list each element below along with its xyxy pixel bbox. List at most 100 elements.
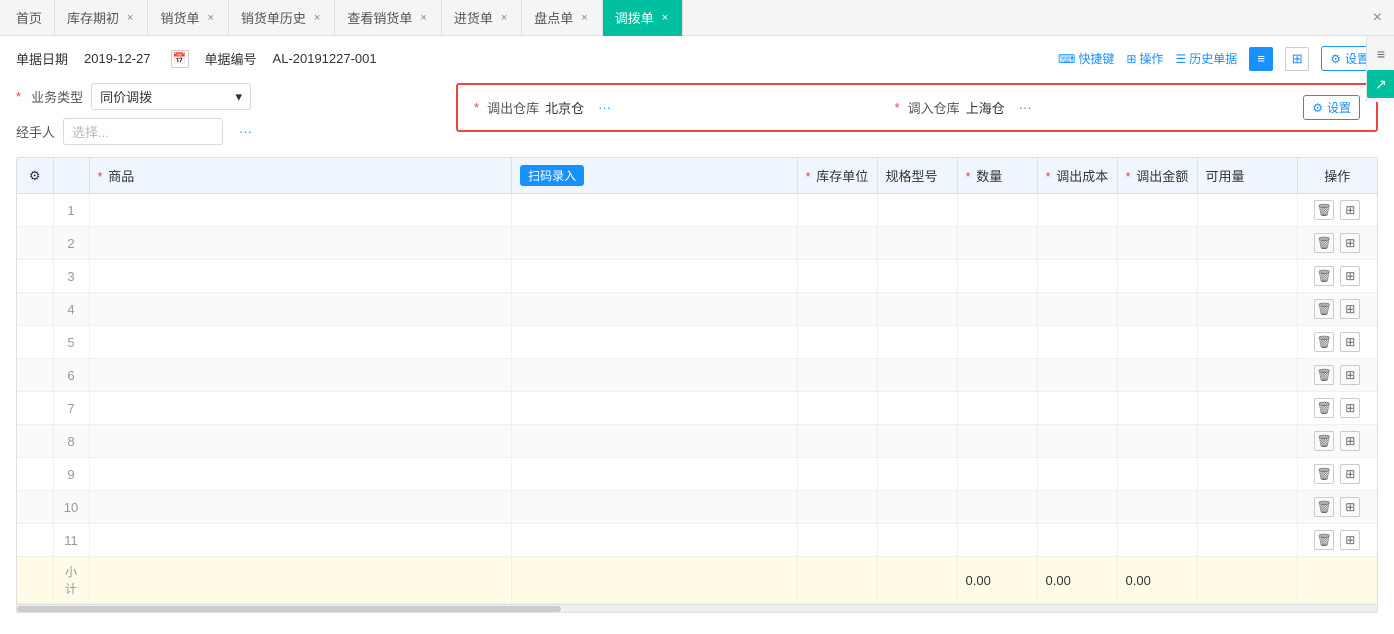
- row-goods-cell[interactable]: [89, 425, 512, 458]
- row-qty-cell[interactable]: [957, 326, 1037, 359]
- horizontal-scrollbar[interactable]: [17, 604, 1377, 612]
- row-amount-cell[interactable]: [1117, 194, 1197, 227]
- row-copy-button[interactable]: ⊞: [1340, 299, 1360, 319]
- row-amount-cell[interactable]: [1117, 491, 1197, 524]
- tab-view-sales-close[interactable]: ×: [418, 12, 428, 24]
- row-copy-button[interactable]: ⊞: [1340, 200, 1360, 220]
- row11-spec-cell[interactable]: [877, 524, 957, 557]
- row-copy-button[interactable]: ⊞: [1340, 398, 1360, 418]
- tab-home[interactable]: 首页: [4, 0, 55, 36]
- row-amount-cell[interactable]: [1117, 227, 1197, 260]
- tab-transfer-close[interactable]: ×: [660, 12, 670, 24]
- row-unit-cell[interactable]: [797, 293, 877, 326]
- tab-inventory-check[interactable]: 盘点单 ×: [522, 0, 602, 36]
- row-goods-cell[interactable]: [89, 194, 512, 227]
- row-cost-cell[interactable]: [1037, 194, 1117, 227]
- row-cost-cell[interactable]: [1037, 293, 1117, 326]
- row-copy-button[interactable]: ⊞: [1340, 365, 1360, 385]
- row-delete-button[interactable]: 🗑: [1314, 266, 1334, 286]
- tab-inventory-init[interactable]: 库存期初 ×: [55, 0, 148, 36]
- handler-select[interactable]: 选择...: [63, 118, 223, 145]
- row-qty-cell[interactable]: [957, 392, 1037, 425]
- row-goods-cell[interactable]: [89, 293, 512, 326]
- tab-inventory-init-close[interactable]: ×: [125, 12, 135, 24]
- row-qty-cell[interactable]: [957, 194, 1037, 227]
- row-unit-cell[interactable]: [797, 458, 877, 491]
- th-settings[interactable]: ⚙: [17, 158, 53, 194]
- row-delete-button[interactable]: 🗑: [1314, 365, 1334, 385]
- row-spec-cell[interactable]: [877, 326, 957, 359]
- row-spec-cell[interactable]: [877, 491, 957, 524]
- grid-view-button[interactable]: ⊞: [1285, 47, 1309, 71]
- handler-more-button[interactable]: ···: [239, 124, 252, 139]
- row-unit-cell[interactable]: [797, 491, 877, 524]
- row-spec-cell[interactable]: [877, 293, 957, 326]
- row11-cost-cell[interactable]: [1037, 524, 1117, 557]
- row-spec-cell[interactable]: [877, 194, 957, 227]
- tab-inventory-check-close[interactable]: ×: [579, 12, 589, 24]
- row-qty-cell[interactable]: [957, 359, 1037, 392]
- window-close-button[interactable]: ×: [1373, 9, 1390, 27]
- history-button[interactable]: ☰ 历史单据: [1175, 50, 1237, 67]
- row-amount-cell[interactable]: [1117, 293, 1197, 326]
- tab-sales-history[interactable]: 销货单历史 ×: [229, 0, 335, 36]
- row-cost-cell[interactable]: [1037, 392, 1117, 425]
- row-copy-button[interactable]: ⊞: [1340, 233, 1360, 253]
- row11-copy-button[interactable]: ⊞: [1340, 530, 1360, 550]
- sidebar-list-button[interactable]: ≡: [1367, 40, 1394, 68]
- row-cost-cell[interactable]: [1037, 359, 1117, 392]
- row-spec-cell[interactable]: [877, 425, 957, 458]
- row-amount-cell[interactable]: [1117, 458, 1197, 491]
- row-unit-cell[interactable]: [797, 326, 877, 359]
- tab-purchase-close[interactable]: ×: [499, 12, 509, 24]
- row-qty-cell[interactable]: [957, 260, 1037, 293]
- list-view-button[interactable]: ≡: [1249, 47, 1273, 71]
- row-spec-cell[interactable]: [877, 359, 957, 392]
- row-spec-cell[interactable]: [877, 458, 957, 491]
- row-copy-button[interactable]: ⊞: [1340, 497, 1360, 517]
- row-cost-cell[interactable]: [1037, 458, 1117, 491]
- row-copy-button[interactable]: ⊞: [1340, 464, 1360, 484]
- row11-qty-cell[interactable]: [957, 524, 1037, 557]
- row-cost-cell[interactable]: [1037, 260, 1117, 293]
- row-delete-button[interactable]: 🗑: [1314, 299, 1334, 319]
- row-goods-cell[interactable]: [89, 458, 512, 491]
- row-cost-cell[interactable]: [1037, 491, 1117, 524]
- row-qty-cell[interactable]: [957, 491, 1037, 524]
- row-delete-button[interactable]: 🗑: [1314, 431, 1334, 451]
- row-unit-cell[interactable]: [797, 260, 877, 293]
- row11-unit-cell[interactable]: [797, 524, 877, 557]
- row-delete-button[interactable]: 🗑: [1314, 200, 1334, 220]
- tab-view-sales[interactable]: 查看销货单 ×: [335, 0, 441, 36]
- row-goods-cell[interactable]: [89, 227, 512, 260]
- row-amount-cell[interactable]: [1117, 392, 1197, 425]
- row-unit-cell[interactable]: [797, 425, 877, 458]
- row-spec-cell[interactable]: [877, 392, 957, 425]
- row-unit-cell[interactable]: [797, 392, 877, 425]
- row-unit-cell[interactable]: [797, 194, 877, 227]
- row-unit-cell[interactable]: [797, 359, 877, 392]
- tab-sales-order-close[interactable]: ×: [205, 12, 215, 24]
- row-delete-button[interactable]: 🗑: [1314, 497, 1334, 517]
- transfer-in-more-button[interactable]: ···: [1019, 100, 1032, 115]
- row-qty-cell[interactable]: [957, 293, 1037, 326]
- row11-goods-cell[interactable]: [89, 524, 512, 557]
- row-copy-button[interactable]: ⊞: [1340, 332, 1360, 352]
- row-cost-cell[interactable]: [1037, 326, 1117, 359]
- row-goods-cell[interactable]: [89, 260, 512, 293]
- row-copy-button[interactable]: ⊞: [1340, 266, 1360, 286]
- row-goods-cell[interactable]: [89, 359, 512, 392]
- tab-sales-history-close[interactable]: ×: [312, 12, 322, 24]
- row-goods-cell[interactable]: [89, 326, 512, 359]
- row-qty-cell[interactable]: [957, 425, 1037, 458]
- tab-sales-order[interactable]: 销货单 ×: [148, 0, 228, 36]
- row-amount-cell[interactable]: [1117, 359, 1197, 392]
- row-unit-cell[interactable]: [797, 227, 877, 260]
- row-amount-cell[interactable]: [1117, 260, 1197, 293]
- row-qty-cell[interactable]: [957, 227, 1037, 260]
- tab-purchase[interactable]: 进货单 ×: [442, 0, 522, 36]
- tab-transfer[interactable]: 调拨单 ×: [603, 0, 683, 36]
- row-amount-cell[interactable]: [1117, 425, 1197, 458]
- row-goods-cell[interactable]: [89, 491, 512, 524]
- row-copy-button[interactable]: ⊞: [1340, 431, 1360, 451]
